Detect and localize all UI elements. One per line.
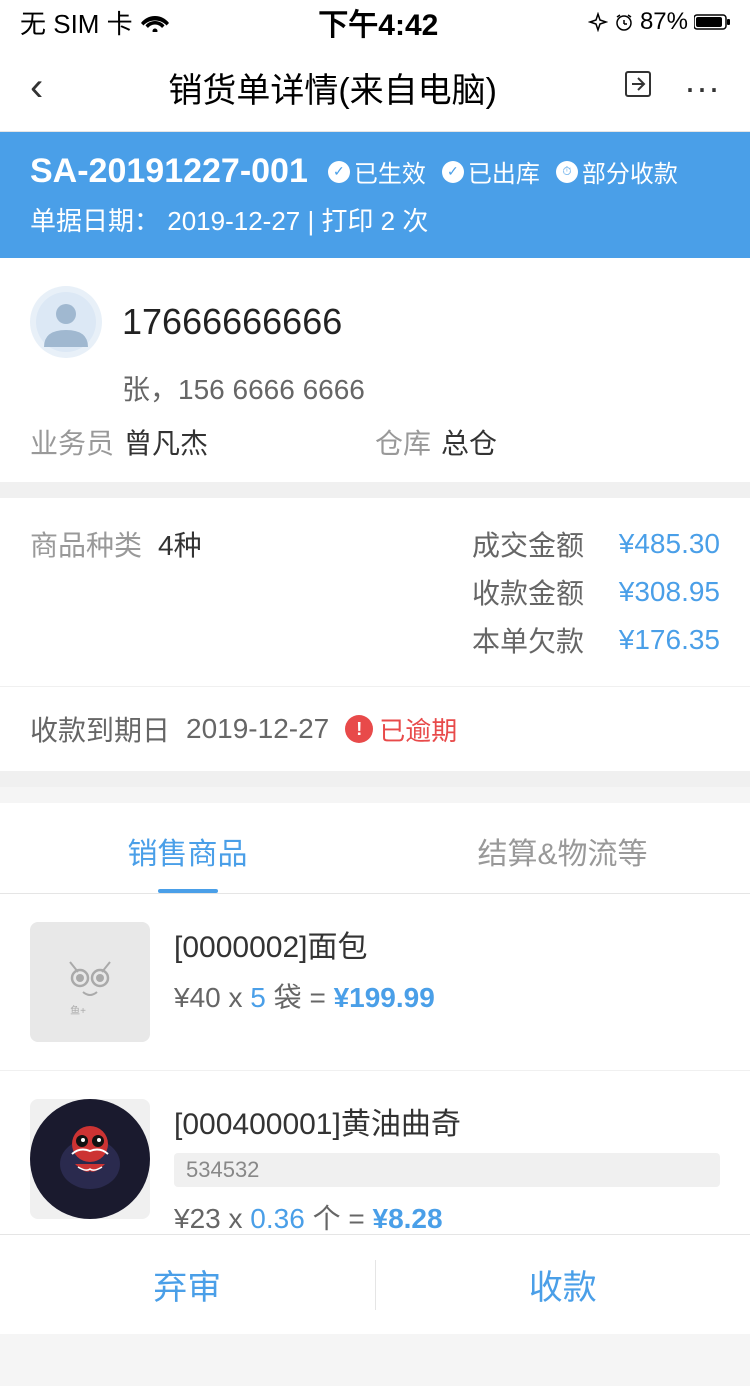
received-label: 收款金额: [472, 572, 584, 612]
received-row: 收款金额 ¥308.95: [472, 572, 720, 612]
amount-row: 成交金额 ¥485.30: [472, 524, 720, 564]
product-image-2: [30, 1099, 150, 1219]
product-type-stat: 商品种类 4种: [30, 524, 202, 564]
due-date-label: 收款到期日: [30, 709, 170, 749]
clock-icon: ⏱: [556, 161, 578, 183]
check-icon-1: ✓: [328, 161, 350, 183]
check-icon-2: ✓: [442, 161, 464, 183]
order-date: 2019-12-27: [167, 206, 300, 236]
product-total-1: ¥199.99: [334, 982, 435, 1013]
wifi-icon: [141, 12, 169, 32]
product-price-1: ¥40 x 5 袋 = ¥199.99: [174, 976, 720, 1016]
owed-label: 本单欠款: [472, 620, 584, 660]
stats-left: 商品种类 4种: [30, 524, 202, 564]
product-qty-2: 0.36: [250, 1203, 305, 1234]
cancel-button[interactable]: 弃审: [0, 1240, 375, 1329]
salesperson-info: 业务员 曾凡杰: [30, 422, 375, 462]
battery-icon: [694, 13, 730, 31]
amount-value: ¥485.30: [600, 528, 720, 560]
product-total-2: ¥8.28: [373, 1203, 443, 1234]
owed-row: 本单欠款 ¥176.35: [472, 620, 720, 660]
status-right: 87%: [588, 8, 730, 36]
product-info-1: [0000002]面包 ¥40 x 5 袋 = ¥199.99: [174, 922, 720, 1016]
salesperson-label: 业务员: [30, 422, 114, 462]
due-date-section: 收款到期日 2019-12-27 ! 已逾期: [0, 686, 750, 771]
divider-2: [0, 771, 750, 787]
product-thumb-2: [30, 1099, 150, 1219]
warehouse-value: 总仓: [441, 422, 497, 462]
product-tag-2: 534532: [174, 1153, 720, 1187]
stats-section: 商品种类 4种 成交金额 ¥485.30 收款金额 ¥308.95 本单欠款 ¥…: [0, 498, 750, 686]
tabs-header: 销售商品 结算&物流等: [0, 803, 750, 894]
print-info: | 打印 2 次: [307, 206, 428, 236]
salesperson-value: 曾凡杰: [124, 422, 208, 462]
product-list: 鱼+ [0000002]面包 ¥40 x 5 袋 = ¥199.99: [0, 894, 750, 1266]
alarm-icon: [614, 12, 634, 32]
battery-text: 87%: [640, 8, 688, 36]
product-price-2: ¥23 x 0.36 个 = ¥8.28: [174, 1197, 720, 1237]
status-bar: 无 SIM 卡 下午4:42 87%: [0, 0, 750, 44]
overdue-label: 已逾期: [379, 711, 457, 748]
warehouse-label: 仓库: [375, 422, 431, 462]
divider-1: [0, 482, 750, 498]
tab-settlement[interactable]: 结算&物流等: [375, 803, 750, 893]
badge-shipped: ✓ 已出库: [442, 154, 540, 189]
date-label: 单据日期：: [30, 206, 160, 236]
bottom-bar: 弃审 收款: [0, 1234, 750, 1334]
product-item-1: 鱼+ [0000002]面包 ¥40 x 5 袋 = ¥199.99: [0, 894, 750, 1071]
received-value: ¥308.95: [600, 576, 720, 608]
warehouse-info: 仓库 总仓: [375, 422, 720, 462]
product-type-label: 商品种类: [30, 524, 142, 564]
order-id: SA-20191227-001: [30, 152, 308, 191]
status-badges: ✓ 已生效 ✓ 已出库 ⏱ 部分收款: [328, 154, 678, 189]
product-name-1: [0000002]面包: [174, 922, 720, 966]
customer-meta: 业务员 曾凡杰 仓库 总仓: [30, 422, 720, 462]
customer-section: 17666666666 张，156 6666 6666 业务员 曾凡杰 仓库 总…: [0, 258, 750, 482]
badge-activated: ✓ 已生效: [328, 154, 426, 189]
nav-actions: ···: [622, 67, 720, 109]
person-icon: [36, 292, 96, 352]
nav-bar: ‹ 销货单详情(来自电脑) ···: [0, 44, 750, 132]
more-icon[interactable]: ···: [684, 67, 720, 109]
overdue-badge: ! 已逾期: [345, 711, 457, 748]
tab-sales-products[interactable]: 销售商品: [0, 803, 375, 893]
product-thumb-1: 鱼+: [30, 922, 150, 1042]
due-date-value: 2019-12-27: [186, 713, 329, 745]
sim-status: 无 SIM 卡: [20, 4, 133, 41]
back-button[interactable]: ‹: [30, 65, 43, 110]
customer-phone: 17666666666: [122, 301, 342, 343]
status-time: 下午4:42: [318, 0, 438, 44]
product-qty-1: 5: [250, 982, 266, 1013]
location-icon: [588, 12, 608, 32]
amount-label: 成交金额: [472, 524, 584, 564]
stats-right: 成交金额 ¥485.30 收款金额 ¥308.95 本单欠款 ¥176.35: [472, 524, 720, 660]
owl-icon: 鱼+: [50, 942, 130, 1022]
customer-sub-info: 张，156 6666 6666: [122, 368, 720, 408]
share-icon[interactable]: [622, 67, 654, 109]
owed-value: ¥176.35: [600, 624, 720, 656]
status-left: 无 SIM 卡: [20, 4, 169, 41]
badge-partial-payment: ⏱ 部分收款: [556, 154, 678, 189]
order-header: SA-20191227-001 ✓ 已生效 ✓ 已出库 ⏱ 部分收款 单据日期：…: [0, 132, 750, 258]
product-info-2: [000400001]黄油曲奇 534532 ¥23 x 0.36 个 = ¥8…: [174, 1099, 720, 1237]
svg-text:鱼+: 鱼+: [70, 1004, 86, 1017]
thumb-placeholder-1: 鱼+: [30, 922, 150, 1042]
order-date-row: 单据日期： 2019-12-27 | 打印 2 次: [30, 201, 720, 238]
page-title: 销货单详情(来自电脑): [168, 63, 497, 112]
overdue-icon: !: [345, 715, 373, 743]
customer-avatar: [30, 286, 102, 358]
product-name-2: [000400001]黄油曲奇: [174, 1099, 720, 1143]
confirm-button[interactable]: 收款: [376, 1240, 750, 1329]
product-type-count: 4种: [158, 524, 202, 564]
tabs-section: 销售商品 结算&物流等 鱼+: [0, 803, 750, 1266]
